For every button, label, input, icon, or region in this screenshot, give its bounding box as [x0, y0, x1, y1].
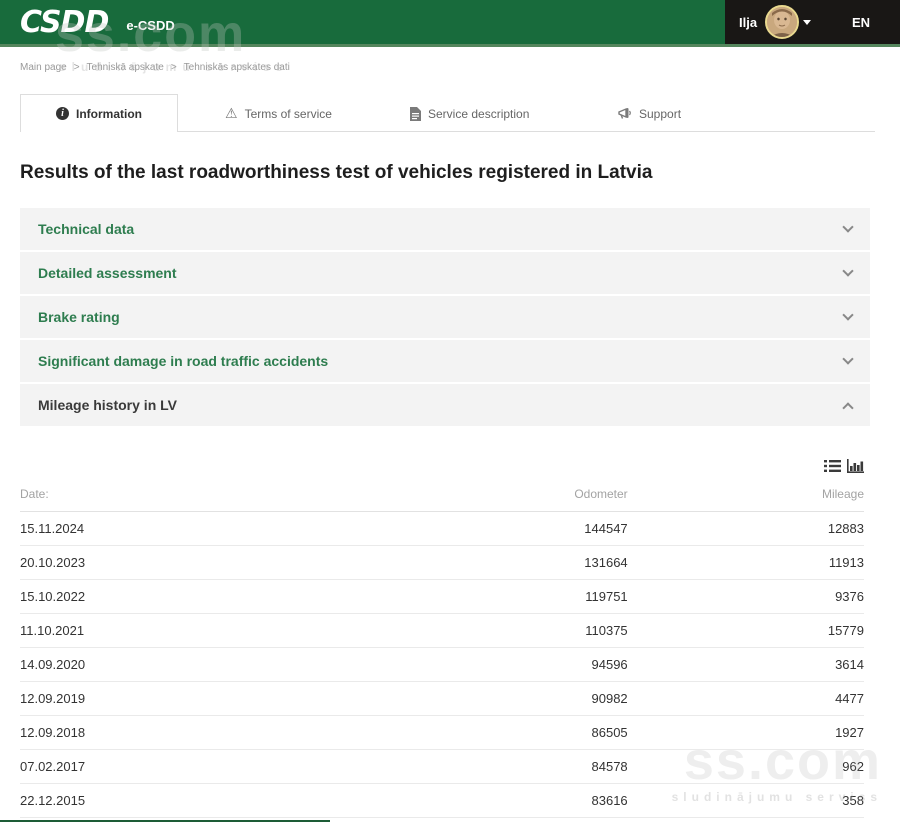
table-row: 12.09.2019 90982 4477 — [20, 681, 864, 716]
app-name: e-CSDD — [126, 17, 175, 33]
tab-label: Terms of service — [244, 106, 332, 121]
mileage-cell: 15779 — [627, 613, 864, 648]
tab-support[interactable]: Support — [618, 95, 681, 132]
odometer-cell: 86505 — [399, 715, 628, 750]
date-cell: 12.09.2018 — [20, 715, 400, 750]
breadcrumb-apskates-dati[interactable]: Tehniskās apskates dati — [184, 62, 290, 73]
csdd-logo[interactable]: CSDD — [20, 5, 109, 40]
tab-information[interactable]: i Information — [20, 94, 178, 132]
mileage-cell: 358 — [627, 783, 864, 818]
odometer-cell: 94596 — [399, 647, 628, 682]
user-name[interactable]: Ilja — [739, 15, 757, 30]
breadcrumb: Main page > Tehniskā apskate > Tehniskās… — [20, 62, 900, 73]
tab-label: Information — [76, 106, 142, 121]
odometer-cell: 131664 — [399, 545, 628, 580]
mileage-cell: 12883 — [627, 511, 864, 546]
breadcrumb-separator: > — [170, 62, 177, 73]
date-cell: 15.10.2022 — [20, 579, 400, 614]
chevron-down-icon — [842, 309, 854, 321]
mileage-cell: 1927 — [627, 715, 864, 750]
date-cell: 20.10.2023 — [20, 545, 400, 580]
date-cell: 15.11.2024 — [20, 511, 400, 546]
accordion-technical-data[interactable]: Technical data — [20, 208, 870, 250]
header: CSDD e-CSDD Ilja EN — [0, 0, 900, 44]
accordion: Technical data Detailed assessment Brake… — [20, 208, 870, 426]
view-toggle — [0, 459, 864, 473]
date-cell: 12.09.2019 — [20, 681, 400, 716]
header-user-area: Ilja EN — [725, 0, 900, 44]
breadcrumb-tehniska-apskate[interactable]: Tehniskā apskate — [87, 62, 164, 73]
tab-bar: i Information ⚠ Terms of service Service… — [0, 94, 900, 132]
header-divider — [0, 44, 900, 47]
breadcrumb-main-page[interactable]: Main page — [20, 62, 67, 73]
info-icon: i — [56, 107, 69, 120]
page-title: Results of the last roadworthiness test … — [20, 162, 653, 183]
language-selector[interactable]: EN — [852, 15, 870, 30]
accordion-label: Significant damage in road traffic accid… — [38, 353, 329, 369]
tab-terms-of-service[interactable]: ⚠ Terms of service — [225, 95, 332, 132]
column-header-odometer: Odometer — [399, 487, 628, 512]
accordion-detailed-assessment[interactable]: Detailed assessment — [20, 252, 870, 294]
mileage-cell: 962 — [627, 749, 864, 784]
mileage-cell: 9376 — [627, 579, 864, 614]
mileage-cell: 11913 — [627, 545, 864, 580]
column-header-date: Date: — [20, 487, 400, 512]
accordion-brake-rating[interactable]: Brake rating — [20, 296, 870, 338]
odometer-cell: 84578 — [399, 749, 628, 784]
odometer-cell: 110375 — [399, 613, 628, 648]
table-row: 15.11.2024 144547 12883 — [20, 511, 864, 546]
mileage-cell: 4477 — [627, 681, 864, 716]
tab-service-description[interactable]: Service description — [410, 95, 529, 132]
header-brand-area: CSDD e-CSDD — [0, 0, 725, 44]
accordion-label: Technical data — [38, 221, 135, 237]
table-row: 22.12.2015 83616 358 — [20, 783, 864, 818]
date-cell: 07.02.2017 — [20, 749, 400, 784]
table-row: 11.10.2021 110375 15779 — [20, 613, 864, 648]
column-header-mileage: Mileage — [627, 487, 864, 512]
document-icon — [410, 106, 421, 121]
table-row: 15.10.2022 119751 9376 — [20, 579, 864, 614]
mileage-cell: 3614 — [627, 647, 864, 682]
tab-label: Support — [639, 106, 682, 121]
accordion-significant-damage[interactable]: Significant damage in road traffic accid… — [20, 340, 870, 382]
odometer-cell: 90982 — [399, 681, 628, 716]
accordion-label: Detailed assessment — [38, 265, 177, 281]
table-row: 12.09.2018 86505 1927 — [20, 715, 864, 750]
table-row: 14.09.2020 94596 3614 — [20, 647, 864, 682]
warning-icon: ⚠ — [225, 105, 238, 122]
megaphone-icon — [618, 107, 632, 120]
breadcrumb-separator: > — [73, 62, 80, 73]
odometer-cell: 144547 — [399, 511, 628, 546]
date-cell: 11.10.2021 — [20, 613, 400, 648]
mileage-history-table: Date: Odometer Mileage 15.11.2024 144547… — [20, 487, 864, 818]
table-row: 07.02.2017 84578 962 — [20, 749, 864, 784]
user-avatar[interactable] — [765, 5, 800, 39]
chevron-down-icon — [842, 353, 854, 365]
odometer-cell: 83616 — [399, 783, 628, 818]
odometer-cell: 119751 — [399, 579, 628, 614]
chevron-up-icon — [842, 401, 854, 414]
chevron-down-icon — [842, 221, 854, 233]
table-header-row: Date: Odometer Mileage — [20, 487, 864, 512]
accordion-label: Mileage history in LV — [38, 397, 177, 413]
chevron-down-icon — [842, 265, 854, 277]
user-menu-caret-icon[interactable] — [803, 19, 812, 25]
tab-label: Service description — [428, 106, 530, 121]
accordion-label: Brake rating — [38, 309, 120, 325]
date-cell: 22.12.2015 — [20, 783, 400, 818]
bar-chart-view-icon[interactable] — [847, 459, 864, 473]
table-row: 20.10.2023 131664 11913 — [20, 545, 864, 580]
list-view-icon[interactable] — [824, 459, 841, 473]
date-cell: 14.09.2020 — [20, 647, 400, 682]
accordion-mileage-history[interactable]: Mileage history in LV — [20, 384, 870, 426]
